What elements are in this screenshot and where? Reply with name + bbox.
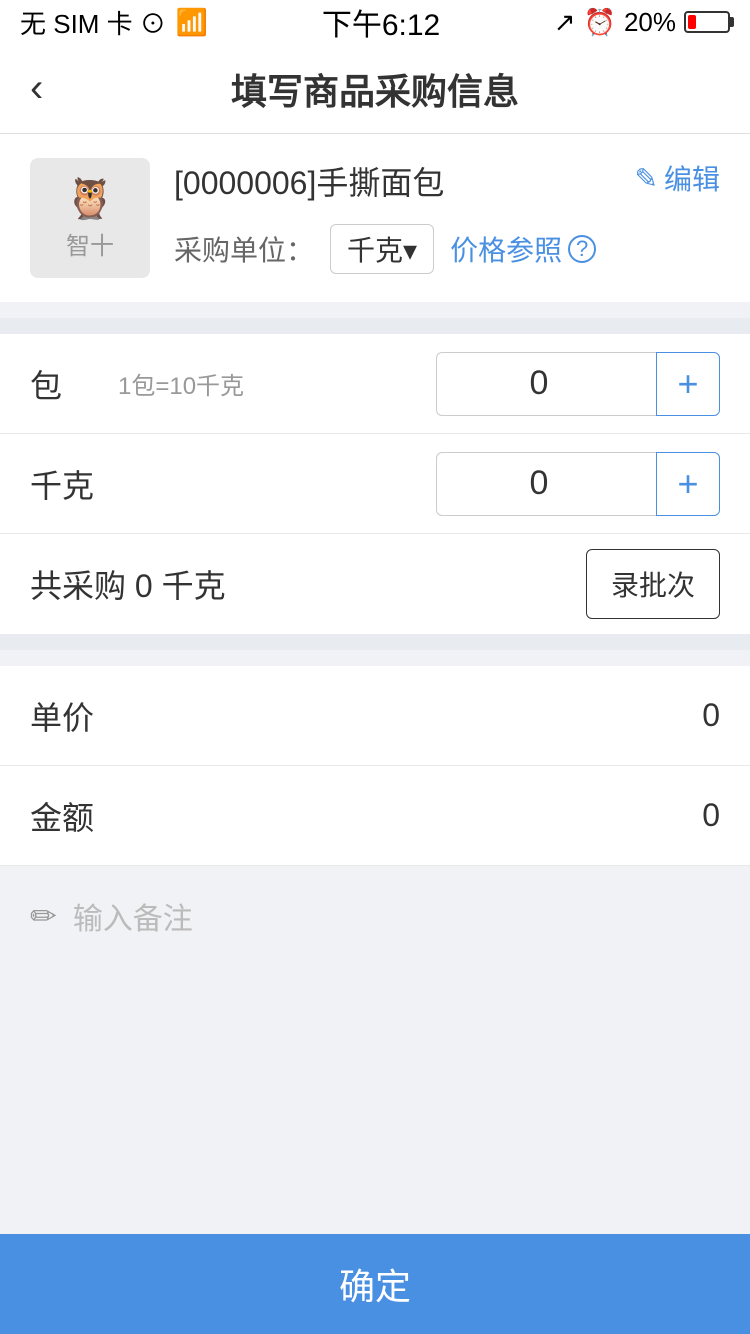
total-text: 共采购 0 千克 [30,561,226,607]
confirm-button[interactable]: 确定 [0,1234,750,1334]
nav-bar: ‹ 填写商品采购信息 [0,44,750,134]
product-owl-icon: 🦉 [65,175,115,222]
product-image: 🦉 智十 [30,158,150,278]
amount-label: 金额 [30,793,94,839]
kg-plus-button[interactable]: + [656,452,720,516]
record-batch-button[interactable]: 录批次 [586,549,720,619]
product-unit-row: 采购单位： 千克▾ 价格参照 ? [174,224,720,274]
page-title: 填写商品采购信息 [231,63,519,115]
amount-row: 金额 0 [0,766,750,866]
product-image-label: 智十 [66,226,114,261]
total-unit: 千克 [162,568,226,604]
product-name: [0000006]手撕面包 [174,158,444,204]
alarm-icon: ⏰ [584,7,616,38]
quantity-section: 包 1包=10千克 + 千克 + 共采购 0 千克 录批次 [0,334,750,634]
kg-row: 千克 + [0,434,750,534]
unit-value: 千克▾ [347,229,417,269]
bag-row: 包 1包=10千克 + [0,334,750,434]
kg-label: 千克 [30,461,110,507]
amount-value: 0 [702,797,720,834]
status-bar: 无 SIM 卡 ⊙ 📶 下午6:12 ↗ ⏰ 20% [0,0,750,44]
note-section[interactable]: ✏ 输入备注 [0,866,750,966]
unit-label: 采购单位： [174,229,314,269]
battery-icon [684,11,730,33]
status-right: ↗ ⏰ 20% [554,7,730,38]
unit-price-label: 单价 [30,693,94,739]
edit-label: 编辑 [664,158,720,198]
total-row: 共采购 0 千克 录批次 [0,534,750,634]
bag-input-group: + [436,352,720,416]
product-info: [0000006]手撕面包 ✎ 编辑 采购单位： 千克▾ 价格参照 ? [174,158,720,274]
back-button[interactable]: ‹ [30,66,43,111]
unit-price-value: 0 [702,697,720,734]
price-section: 单价 0 金额 0 [0,666,750,866]
edit-button[interactable]: ✎ 编辑 [635,158,720,198]
sim-status: 无 SIM 卡 ⊙ [20,4,166,41]
total-prefix: 共采购 [30,568,126,604]
total-amount: 0 [135,568,153,604]
product-header: [0000006]手撕面包 ✎ 编辑 [174,158,720,204]
wifi-icon: 📶 [176,7,208,38]
kg-input-group: + [436,452,720,516]
separator-1 [0,318,750,334]
note-placeholder: 输入备注 [73,894,193,938]
price-ref-button[interactable]: 价格参照 ? [450,229,596,269]
unit-price-row: 单价 0 [0,666,750,766]
edit-icon: ✎ [635,162,658,195]
kg-input[interactable] [436,452,656,516]
status-time: 下午6:12 [322,0,440,44]
unit-selector[interactable]: 千克▾ [330,224,434,274]
bag-sublabel: 1包=10千克 [118,366,244,401]
status-left: 无 SIM 卡 ⊙ 📶 [20,4,208,41]
bag-label: 包 [30,361,110,407]
help-icon: ? [568,235,596,263]
separator-2 [0,634,750,650]
bag-plus-button[interactable]: + [656,352,720,416]
bottom-space [0,966,750,1266]
battery-percentage: 20% [624,7,676,38]
price-ref-label: 价格参照 [450,229,562,269]
product-card: 🦉 智十 [0000006]手撕面包 ✎ 编辑 采购单位： 千克▾ 价格参照 ? [0,134,750,302]
battery-fill [688,15,696,29]
bag-input[interactable] [436,352,656,416]
location-icon: ↗ [554,7,576,38]
pencil-icon: ✏ [30,897,57,935]
